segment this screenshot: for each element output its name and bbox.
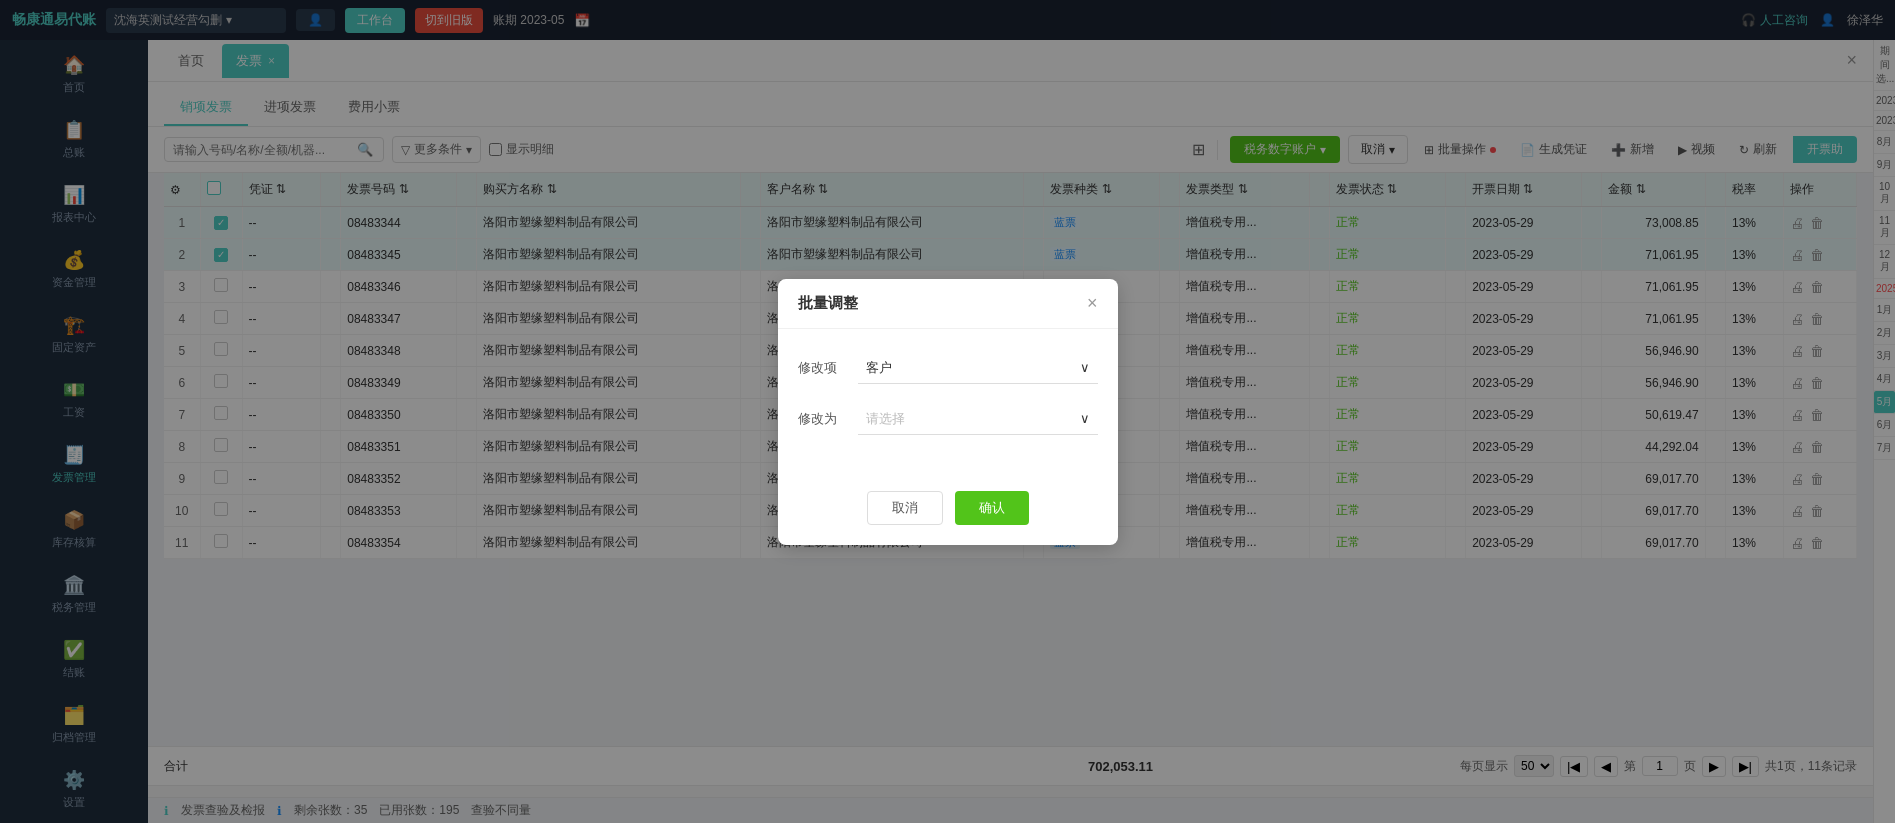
- modal-footer: 取消 确认: [778, 479, 1118, 545]
- modify-field-label: 修改项: [798, 359, 858, 377]
- chevron-down-icon: ∨: [1080, 360, 1090, 375]
- modify-field-select[interactable]: 客户 ∨: [858, 353, 1098, 384]
- modify-to-label: 修改为: [798, 410, 858, 428]
- modal-close-btn[interactable]: ×: [1087, 293, 1098, 314]
- modify-to-select[interactable]: 请选择 ∨: [858, 404, 1098, 435]
- modal-body: 修改项 客户 ∨ 修改为 请选择 ∨: [778, 329, 1118, 479]
- modal-overlay: 批量调整 × 修改项 客户 ∨ 修改为 请选择 ∨ 取消 确认: [0, 0, 1895, 823]
- modal-header: 批量调整 ×: [778, 279, 1118, 329]
- modal-cancel-btn[interactable]: 取消: [867, 491, 943, 525]
- chevron-down-icon: ∨: [1080, 411, 1090, 426]
- modal-title: 批量调整: [798, 294, 858, 313]
- batch-adjust-modal: 批量调整 × 修改项 客户 ∨ 修改为 请选择 ∨ 取消 确认: [778, 279, 1118, 545]
- modify-field-row: 修改项 客户 ∨: [798, 353, 1098, 384]
- modal-confirm-btn[interactable]: 确认: [955, 491, 1029, 525]
- modify-to-row: 修改为 请选择 ∨: [798, 404, 1098, 435]
